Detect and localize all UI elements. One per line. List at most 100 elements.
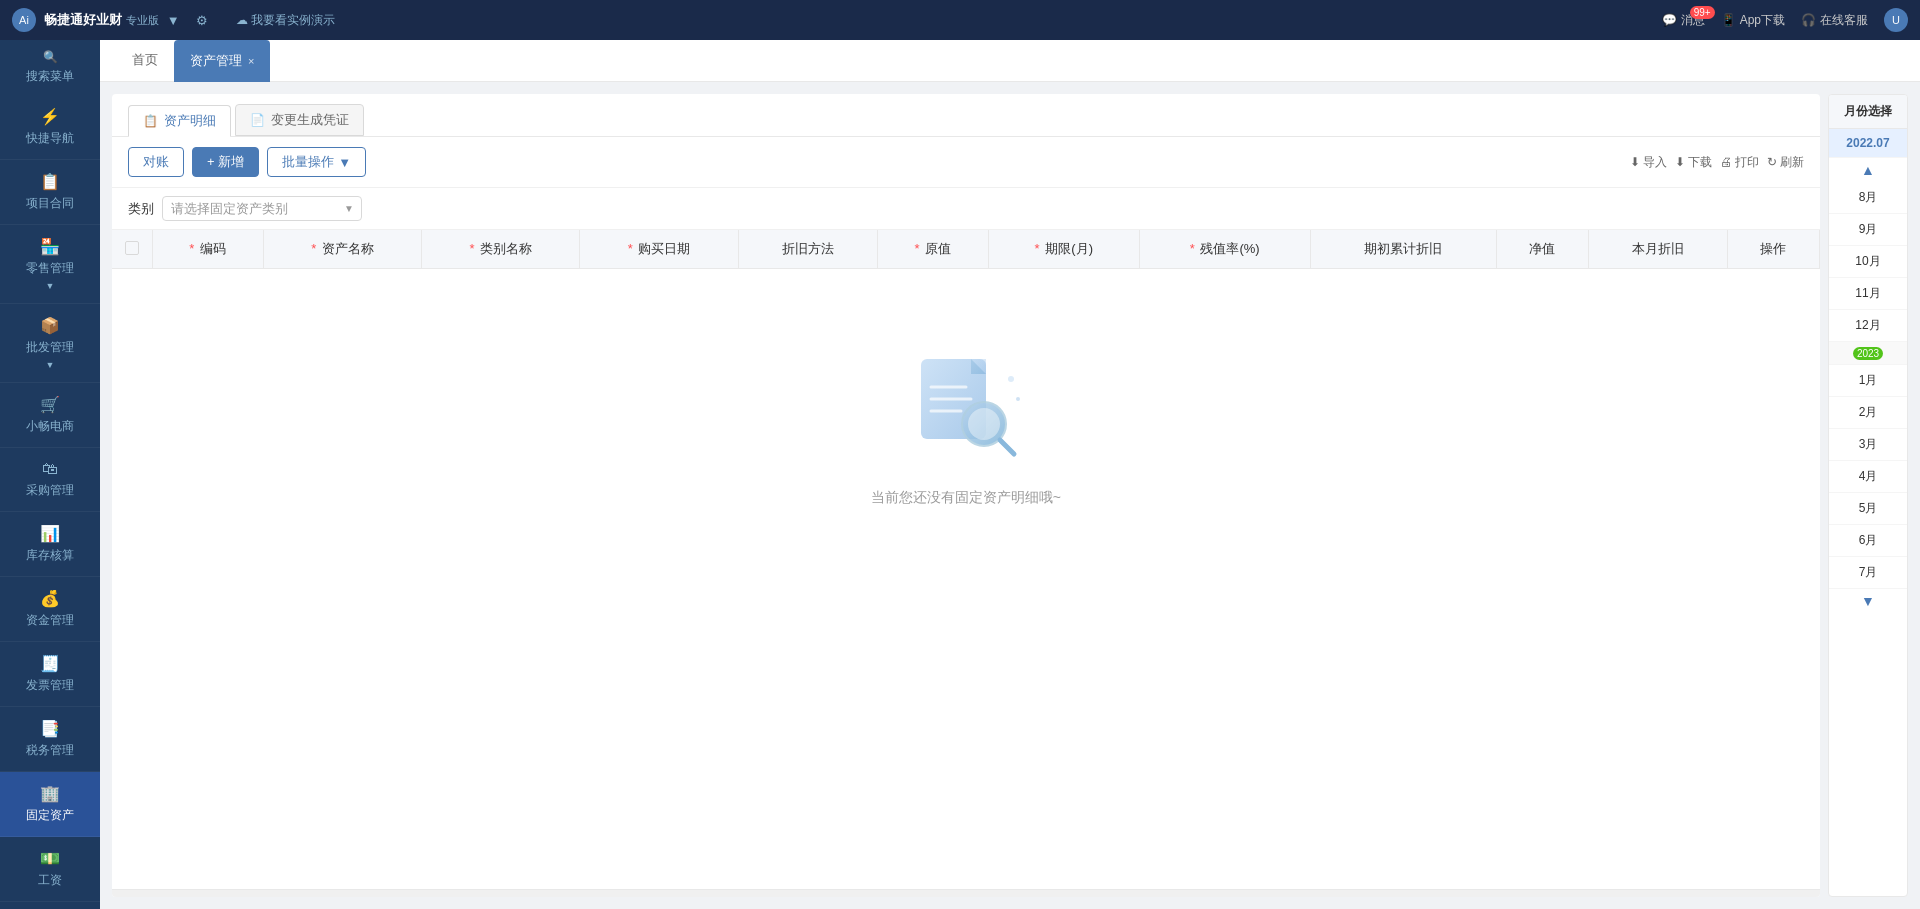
tab-home[interactable]: 首页 — [116, 40, 174, 82]
filter-select[interactable]: 请选择固定资产类别 — [162, 196, 362, 221]
th-net-value: 净值 — [1496, 230, 1588, 269]
sidebar-item-project[interactable]: 📋 项目合同 — [0, 160, 100, 225]
import-button[interactable]: ⬇ 导入 — [1630, 154, 1667, 171]
sidebar-item-inventory[interactable]: 📊 库存核算 — [0, 512, 100, 577]
voucher-tab-icon: 📄 — [250, 113, 265, 127]
month-panel-scroll-down[interactable]: ▼ — [1829, 589, 1907, 613]
sub-tab-detail[interactable]: 📋 资产明细 — [128, 105, 231, 137]
svg-point-7 — [968, 408, 1000, 440]
filter-label: 类别 — [128, 200, 154, 218]
top-bar: Ai 畅捷通好业财 专业版 ▼ ⚙ ☁ 我要看实例演示 💬 消息 99+ 📱 A… — [0, 0, 1920, 40]
add-new-button[interactable]: + 新增 — [192, 147, 259, 177]
month-item-1[interactable]: 1月 — [1829, 365, 1907, 397]
print-button[interactable]: 🖨 打印 — [1720, 154, 1759, 171]
toolbar: 对账 + 新增 批量操作 ▼ ⬇ 导入 ⬇ 下载 — [112, 137, 1820, 188]
year-badge: 2023 — [1853, 347, 1883, 360]
sidebar-item-invoice[interactable]: 🧾 发票管理 — [0, 642, 100, 707]
sidebar-item-assets[interactable]: 🏢 固定资产 — [0, 772, 100, 837]
batch-ops-button[interactable]: 批量操作 ▼ — [267, 147, 366, 177]
required-mark: * — [311, 241, 316, 256]
month-item-2[interactable]: 2月 — [1829, 397, 1907, 429]
download-icon: ⬇ — [1675, 155, 1685, 169]
toolbar-actions: ⬇ 导入 ⬇ 下载 🖨 打印 ↻ 刷新 — [1630, 154, 1804, 171]
app-download-button[interactable]: 📱 App下载 — [1721, 12, 1785, 29]
message-badge: 99+ — [1690, 6, 1715, 19]
required-mark: * — [189, 241, 194, 256]
required-mark: * — [469, 241, 474, 256]
month-item-5[interactable]: 5月 — [1829, 493, 1907, 525]
download-icon: 📱 — [1721, 13, 1736, 27]
filter-select-wrapper: 请选择固定资产类别 — [162, 196, 362, 221]
month-item-11[interactable]: 11月 — [1829, 278, 1907, 310]
download-button[interactable]: ⬇ 下载 — [1675, 154, 1712, 171]
required-mark: * — [915, 241, 920, 256]
month-item-12[interactable]: 12月 — [1829, 310, 1907, 342]
th-checkbox — [112, 230, 152, 269]
sidebar-item-salary[interactable]: 💵 工资 — [0, 837, 100, 902]
header-checkbox[interactable] — [125, 241, 139, 255]
sidebar-item-retail[interactable]: 🏪 零售管理 ▼ — [0, 225, 100, 304]
th-residual-rate: * 残值率(%) — [1139, 230, 1310, 269]
assets-table: * 编码 * 资产名称 * 类别名称 — [112, 230, 1820, 587]
month-panel-current[interactable]: 2022.07 — [1829, 129, 1907, 158]
sub-tab-voucher[interactable]: 📄 变更生成凭证 — [235, 104, 364, 136]
expand-icon: ▼ — [46, 281, 55, 291]
svg-line-8 — [1000, 440, 1014, 454]
sidebar-item-wholesale[interactable]: 📦 批发管理 ▼ — [0, 304, 100, 383]
month-item-3[interactable]: 3月 — [1829, 429, 1907, 461]
detail-tab-icon: 📋 — [143, 114, 158, 128]
salary-icon: 💵 — [40, 849, 60, 868]
th-period: * 期限(月) — [989, 230, 1139, 269]
month-item-10[interactable]: 10月 — [1829, 246, 1907, 278]
top-bar-left: Ai 畅捷通好业财 专业版 ▼ ⚙ ☁ 我要看实例演示 — [12, 8, 1662, 32]
svg-point-10 — [1016, 397, 1020, 401]
company-dropdown[interactable]: ▼ — [167, 13, 180, 28]
content-area: 首页 资产管理 × 📋 资产明细 📄 变更生成凭证 — [100, 40, 1920, 909]
sidebar-search[interactable]: 🔍 搜索菜单 — [0, 40, 100, 95]
company-title: 畅捷通好业财 专业版 — [44, 11, 159, 29]
empty-state: 当前您还没有固定资产明细哦~ — [112, 269, 1820, 587]
tab-bar: 首页 资产管理 × — [100, 40, 1920, 82]
month-item-9[interactable]: 9月 — [1829, 214, 1907, 246]
sidebar-item-finance[interactable]: 💰 资金管理 — [0, 577, 100, 642]
message-button[interactable]: 💬 消息 99+ — [1662, 12, 1705, 29]
ecommerce-icon: 🛒 — [40, 395, 60, 414]
user-avatar[interactable]: U — [1884, 8, 1908, 32]
settings-icon[interactable]: ⚙ — [196, 13, 208, 28]
th-accumulated-dep: 期初累计折旧 — [1310, 230, 1496, 269]
purchase-icon: 🛍 — [42, 460, 58, 478]
refresh-icon: ↻ — [1767, 155, 1777, 169]
empty-text: 当前您还没有固定资产明细哦~ — [871, 489, 1061, 507]
month-item-7[interactable]: 7月 — [1829, 557, 1907, 589]
refresh-button[interactable]: ↻ 刷新 — [1767, 154, 1804, 171]
tab-assets-mgmt[interactable]: 资产管理 × — [174, 40, 270, 82]
sidebar-item-operations[interactable]: 📈 经营管理 — [0, 902, 100, 909]
month-item-8[interactable]: 8月 — [1829, 182, 1907, 214]
required-mark: * — [1035, 241, 1040, 256]
main-layout: 🔍 搜索菜单 ⚡ 快捷导航 📋 项目合同 🏪 零售管理 ▼ 📦 批发管理 ▼ 🛒… — [0, 40, 1920, 909]
month-item-6[interactable]: 6月 — [1829, 525, 1907, 557]
table-container: * 编码 * 资产名称 * 类别名称 — [112, 230, 1820, 889]
sidebar: 🔍 搜索菜单 ⚡ 快捷导航 📋 项目合同 🏪 零售管理 ▼ 📦 批发管理 ▼ 🛒… — [0, 40, 100, 909]
bottom-scrollbar[interactable] — [112, 889, 1820, 897]
svg-rect-2 — [971, 359, 986, 374]
th-operation: 操作 — [1727, 230, 1819, 269]
month-panel: 月份选择 2022.07 ▲ 8月 9月 10月 11月 12月 2023 1月… — [1828, 94, 1908, 897]
sidebar-item-quick-nav[interactable]: ⚡ 快捷导航 — [0, 95, 100, 160]
tab-close-icon[interactable]: × — [248, 55, 254, 67]
month-item-4[interactable]: 4月 — [1829, 461, 1907, 493]
month-panel-scroll-up[interactable]: ▲ — [1829, 158, 1907, 182]
online-service-button[interactable]: 🎧 在线客服 — [1801, 12, 1868, 29]
reconcile-button[interactable]: 对账 — [128, 147, 184, 177]
sidebar-item-ecommerce[interactable]: 🛒 小畅电商 — [0, 383, 100, 448]
assets-icon: 🏢 — [40, 784, 60, 803]
sidebar-item-tax[interactable]: 📑 税务管理 — [0, 707, 100, 772]
page-content: 📋 资产明细 📄 变更生成凭证 对账 + 新增 批量操作 ▼ — [100, 82, 1920, 909]
filter-row: 类别 请选择固定资产类别 — [112, 188, 1820, 230]
sidebar-item-purchase[interactable]: 🛍 采购管理 — [0, 448, 100, 512]
th-purchase-date: * 购买日期 — [580, 230, 738, 269]
tax-icon: 📑 — [40, 719, 60, 738]
empty-state-row: 当前您还没有固定资产明细哦~ — [112, 269, 1820, 588]
search-icon: 🔍 — [43, 50, 58, 64]
demo-link[interactable]: ☁ 我要看实例演示 — [236, 12, 335, 29]
